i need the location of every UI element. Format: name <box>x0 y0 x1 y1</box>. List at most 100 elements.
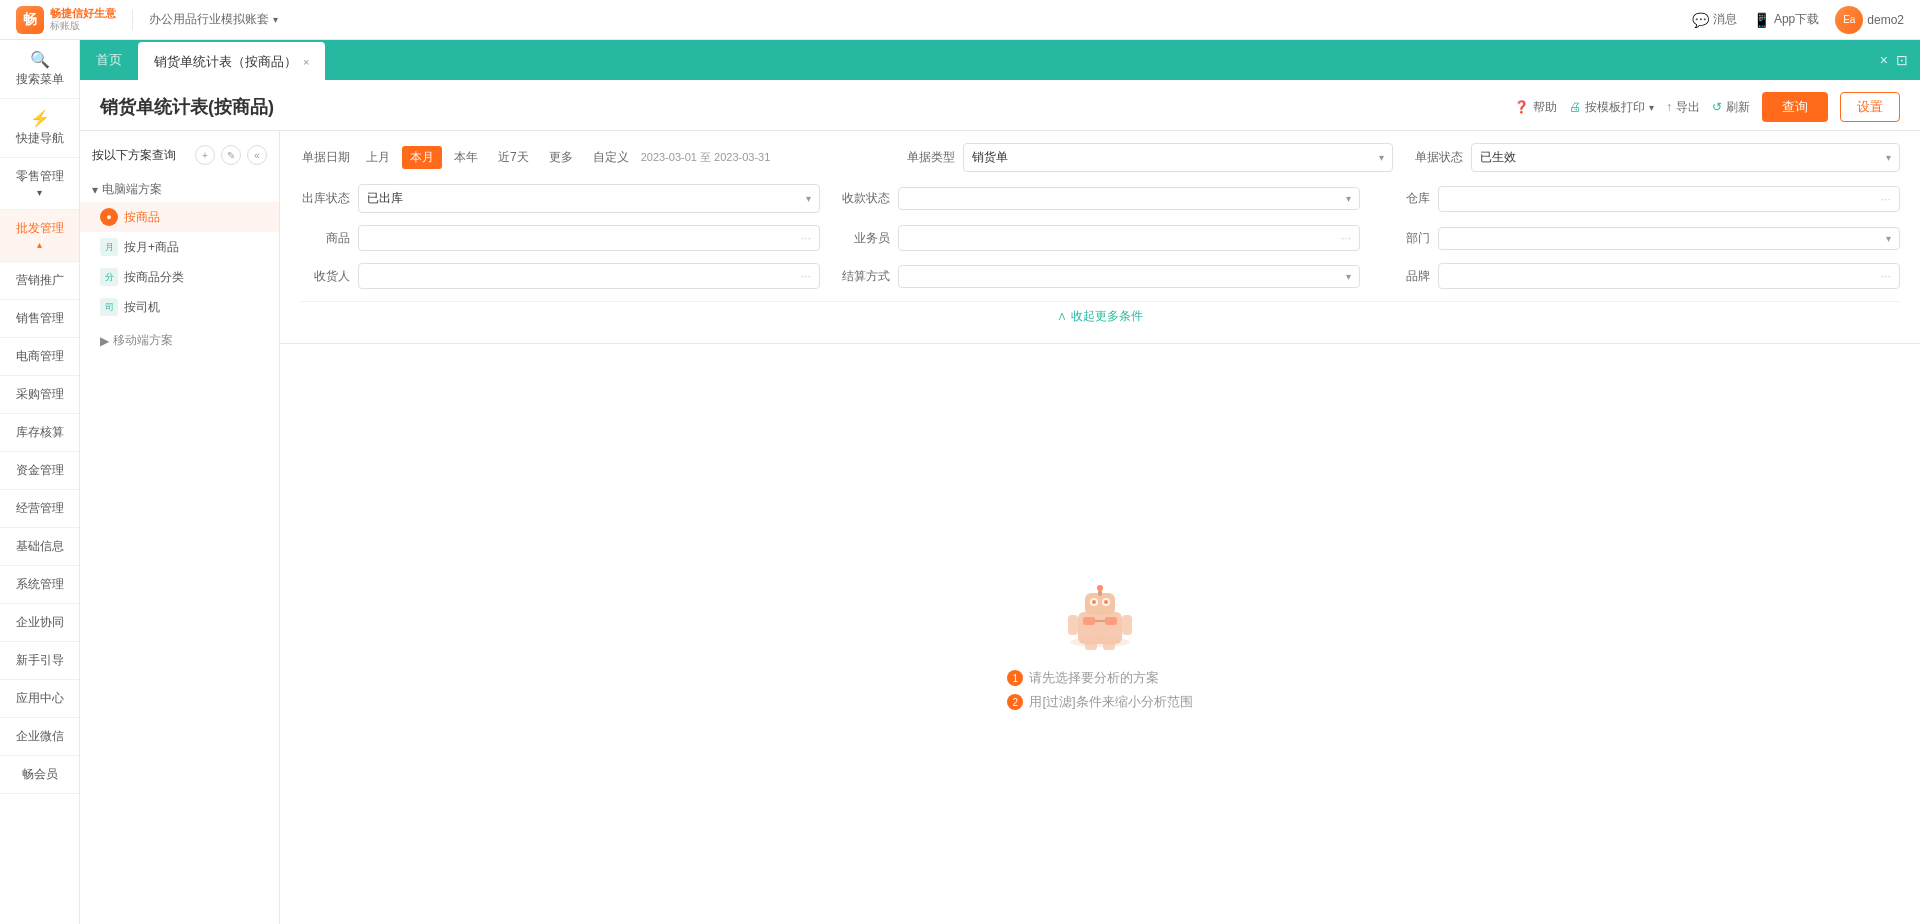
active-dot-icon: ● <box>106 212 111 222</box>
message-label: 消息 <box>1713 11 1737 28</box>
refresh-button[interactable]: ↺ 刷新 <box>1712 99 1750 116</box>
filter-department-label: 部门 <box>1380 230 1430 247</box>
sidebar-item-basic[interactable]: 基础信息 <box>0 528 79 566</box>
sidebar-label-inventory: 库存核算 <box>4 424 75 441</box>
tree-item-by-product-label: 按商品 <box>124 209 160 226</box>
sidebar-item-finance[interactable]: 资金管理 <box>0 452 79 490</box>
industry-selector[interactable]: 办公用品行业模拟账套 ▾ <box>149 11 278 28</box>
sidebar-label-guide: 新手引导 <box>4 652 75 669</box>
tree-item-by-month-product[interactable]: 月 按月+商品 <box>80 232 279 262</box>
filter-payment-status-label: 收款状态 <box>840 190 890 207</box>
edit-plan-button[interactable]: ✎ <box>221 145 241 165</box>
filter-doc-type-control[interactable]: 销货单 ▾ <box>963 143 1393 172</box>
empty-tip-2-text: 用[过滤]条件来缩小分析范围 <box>1029 693 1192 711</box>
filter-salesperson-control[interactable]: ··· <box>898 225 1360 251</box>
sidebar-item-wechat[interactable]: 企业微信 <box>0 718 79 756</box>
sidebar-item-sales[interactable]: 销售管理 <box>0 300 79 338</box>
sidebar-item-purchase[interactable]: 采购管理 <box>0 376 79 414</box>
payment-status-arrow-icon: ▾ <box>1346 193 1351 204</box>
print-icon: 🖨 <box>1569 100 1581 114</box>
mobile-expand-icon: ▶ <box>100 334 109 348</box>
desktop-group-header: ▾ 电脑端方案 <box>80 177 279 202</box>
print-arrow-icon: ▾ <box>1649 102 1654 113</box>
collapse-panel-button[interactable]: « <box>247 145 267 165</box>
setting-button[interactable]: 设置 <box>1840 92 1900 122</box>
date-btn-this-year[interactable]: 本年 <box>446 146 486 169</box>
tree-item-by-month-label: 按月+商品 <box>124 239 179 256</box>
sidebar-item-search[interactable]: 🔍 搜索菜单 <box>0 40 79 99</box>
export-button[interactable]: ↑ 导出 <box>1666 99 1700 116</box>
sidebar-item-ecommerce[interactable]: 电商管理 <box>0 338 79 376</box>
help-button[interactable]: ❓ 帮助 <box>1514 99 1557 116</box>
logo-icon: 畅 <box>16 6 44 34</box>
consignee-dots-icon: ··· <box>801 269 811 283</box>
date-btn-more[interactable]: 更多 <box>541 146 581 169</box>
date-btn-7days[interactable]: 近7天 <box>490 146 537 169</box>
query-button[interactable]: 查询 <box>1762 92 1828 122</box>
filter-consignee-label: 收货人 <box>300 268 350 285</box>
wholesale-arrow-icon: ▴ <box>37 239 42 250</box>
doc-type-arrow-icon: ▾ <box>1379 152 1384 163</box>
sidebar-item-retail[interactable]: 零售管理 ▾ <box>0 158 79 210</box>
left-panel: 按以下方案查询 + ✎ « ▾ 电脑端方案 ● <box>80 131 280 924</box>
filter-warehouse-item: 仓库 ··· <box>1380 186 1900 212</box>
filter-product-control[interactable]: ··· <box>358 225 820 251</box>
date-btn-this-month[interactable]: 本月 <box>402 146 442 169</box>
tab-home-label: 首页 <box>96 51 122 69</box>
message-button[interactable]: 💬 消息 <box>1692 11 1737 28</box>
tree-item-by-printer-label: 按司机 <box>124 299 160 316</box>
quick-nav-icon: ⚡ <box>4 109 75 128</box>
top-header: 畅 畅捷信好生意 标账版 办公用品行业模拟账套 ▾ 💬 消息 📱 App下载 E… <box>0 0 1920 40</box>
filter-payment-status-control[interactable]: ▾ <box>898 187 1360 210</box>
tab-window-maximize[interactable]: ⊡ <box>1896 52 1908 68</box>
filter-doc-type-value: 销货单 <box>972 149 1008 166</box>
filter-warehouse-status-control[interactable]: 已出库 ▾ <box>358 184 820 213</box>
sidebar-item-enterprise[interactable]: 企业协同 <box>0 604 79 642</box>
filter-doc-status-control[interactable]: 已生效 ▾ <box>1471 143 1901 172</box>
left-panel-title: 按以下方案查询 <box>92 147 176 164</box>
filter-consignee-control[interactable]: ··· <box>358 263 820 289</box>
warehouse-status-arrow-icon: ▾ <box>806 193 811 204</box>
filter-brand-item: 品牌 ··· <box>1380 263 1900 289</box>
tree-item-icon-1: 月 <box>100 238 118 256</box>
date-btn-custom[interactable]: 自定义 <box>585 146 637 169</box>
sidebar-item-inventory[interactable]: 库存核算 <box>0 414 79 452</box>
tab-home[interactable]: 首页 <box>80 40 138 80</box>
sidebar-item-member[interactable]: 畅会员 <box>0 756 79 794</box>
add-plan-button[interactable]: + <box>195 145 215 165</box>
collapse-filter-button[interactable]: ∧ 收起更多条件 <box>300 301 1900 331</box>
filter-warehouse-control[interactable]: ··· <box>1438 186 1900 212</box>
sidebar-item-quick-nav[interactable]: ⚡ 快捷导航 <box>0 99 79 158</box>
app-download-button[interactable]: 📱 App下载 <box>1753 11 1819 28</box>
sidebar: 🔍 搜索菜单 ⚡ 快捷导航 零售管理 ▾ 批发管理 ▴ 营销推广 销售管理 电商… <box>0 40 80 924</box>
tree-item-by-product[interactable]: ● 按商品 <box>80 202 279 232</box>
user-profile[interactable]: Ea demo2 <box>1835 6 1904 34</box>
sidebar-item-guide[interactable]: 新手引导 <box>0 642 79 680</box>
empty-tips: 1 请先选择要分析的方案 2 用[过滤]条件来缩小分析范围 <box>1007 669 1192 711</box>
filter-date-item: 单据日期 上月 本月 本年 近7天 更多 自定义 2023-03-01 至 20… <box>300 146 885 169</box>
svg-rect-2 <box>1083 617 1095 625</box>
date-controls: 上月 本月 本年 近7天 更多 自定义 2023-03-01 至 2023-03… <box>358 146 885 169</box>
filter-brand-control[interactable]: ··· <box>1438 263 1900 289</box>
sidebar-item-marketing[interactable]: 营销推广 <box>0 262 79 300</box>
tab-window-close[interactable]: × <box>1880 52 1888 68</box>
tab-active[interactable]: 销货单统计表（按商品） × <box>138 42 325 82</box>
date-btn-last-month[interactable]: 上月 <box>358 146 398 169</box>
tab-close-icon[interactable]: × <box>303 56 309 68</box>
sidebar-item-app-center[interactable]: 应用中心 <box>0 680 79 718</box>
tree-item-by-printer[interactable]: 司 按司机 <box>80 292 279 322</box>
print-button[interactable]: 🖨 按模板打印 ▾ <box>1569 99 1654 116</box>
retail-arrow-icon: ▾ <box>37 187 42 198</box>
filter-settlement-control[interactable]: ▾ <box>898 265 1360 288</box>
svg-rect-3 <box>1105 617 1117 625</box>
divider-logo <box>132 10 133 30</box>
tree-item-by-category[interactable]: 分 按商品分类 <box>80 262 279 292</box>
sidebar-item-system[interactable]: 系统管理 <box>0 566 79 604</box>
sidebar-label-quick-nav: 快捷导航 <box>4 130 75 147</box>
sidebar-item-operation[interactable]: 经营管理 <box>0 490 79 528</box>
sidebar-item-wholesale[interactable]: 批发管理 ▴ <box>0 210 79 262</box>
mobile-group-header: ▶ 移动端方案 <box>80 328 279 353</box>
filter-department-control[interactable]: ▾ <box>1438 227 1900 250</box>
logo-line2: 标账版 <box>50 20 116 32</box>
svg-rect-15 <box>1103 642 1115 650</box>
